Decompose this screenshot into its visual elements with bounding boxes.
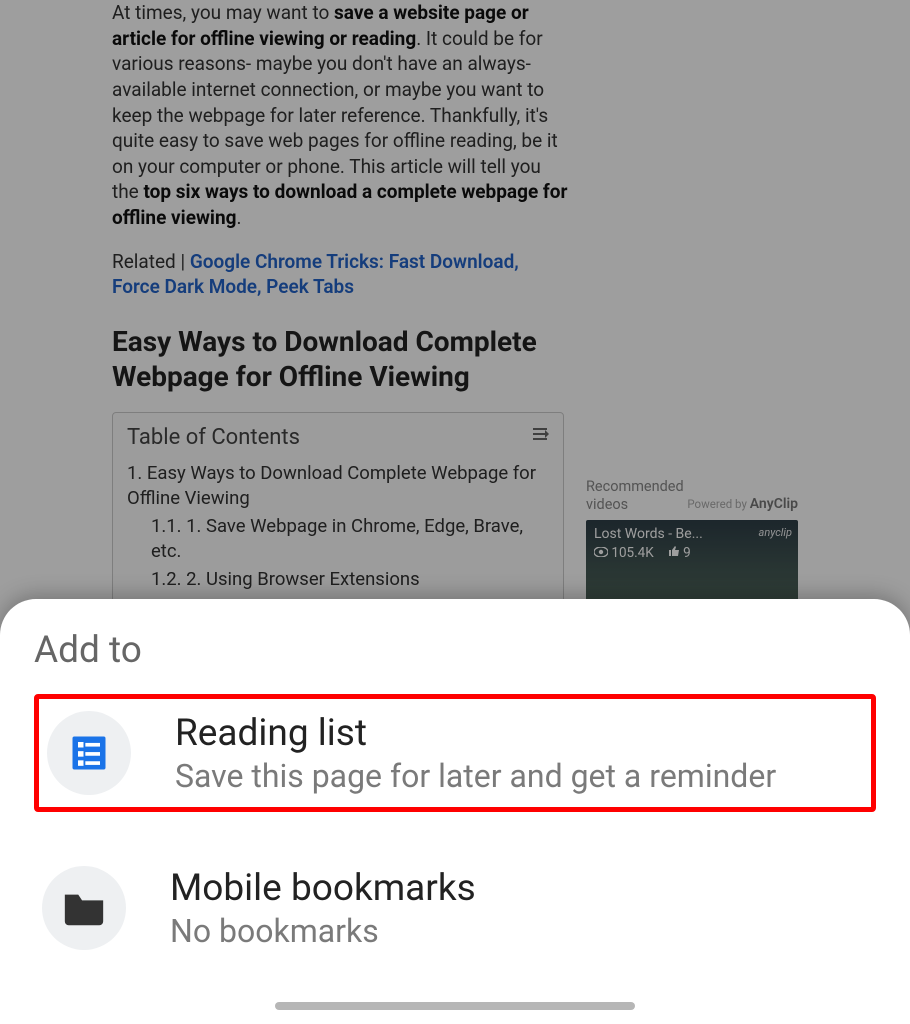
option-title: Mobile bookmarks [170, 867, 868, 910]
folder-icon [42, 866, 126, 950]
option-subtitle: No bookmarks [170, 912, 868, 950]
reading-list-icon [47, 711, 131, 795]
option-reading-list[interactable]: Reading list Save this page for later an… [34, 694, 876, 812]
gesture-handle[interactable] [275, 1002, 635, 1010]
option-subtitle: Save this page for later and get a remin… [175, 757, 863, 795]
option-text: Reading list Save this page for later an… [175, 712, 863, 795]
add-to-sheet: Add to Reading list Save this page for l… [0, 599, 910, 1024]
sheet-title: Add to [34, 629, 876, 672]
option-title: Reading list [175, 712, 863, 755]
option-text: Mobile bookmarks No bookmarks [170, 867, 868, 950]
option-mobile-bookmarks[interactable]: Mobile bookmarks No bookmarks [34, 846, 876, 970]
